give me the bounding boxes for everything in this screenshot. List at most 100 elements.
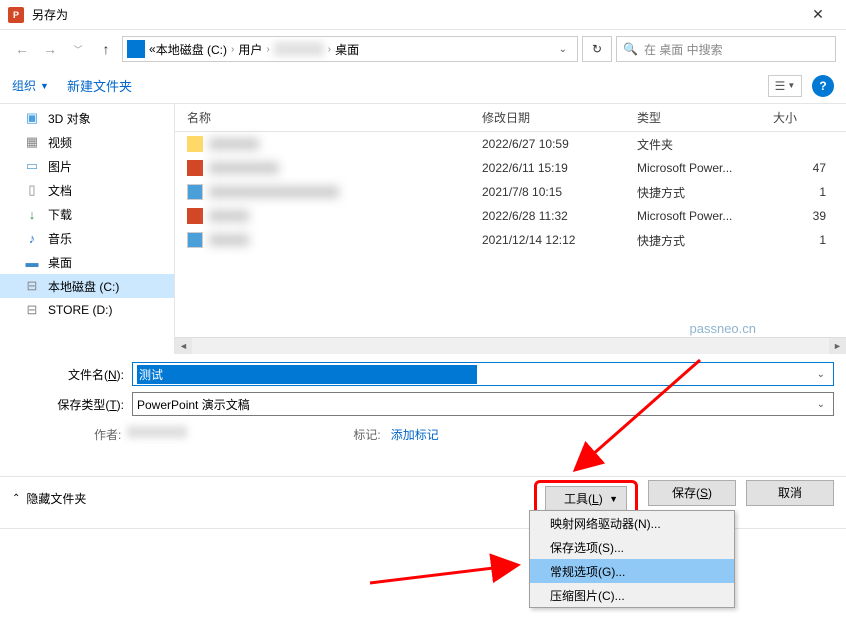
filetype-value: PowerPoint 演示文稿 xyxy=(137,396,813,413)
breadcrumb-item[interactable]: 桌面 xyxy=(335,41,359,58)
new-folder-button[interactable]: 新建文件夹 xyxy=(67,76,132,95)
sidebar-item-pictures[interactable]: ▭图片 xyxy=(0,154,174,178)
file-type: Microsoft Power... xyxy=(637,161,773,175)
sidebar-item-desktop[interactable]: ▬桌面 xyxy=(0,250,174,274)
column-date[interactable]: 修改日期 xyxy=(482,109,637,126)
view-mode-button[interactable]: ☰ ▼ xyxy=(768,75,802,97)
file-list[interactable]: 2022/6/27 10:59 文件夹 2022/6/11 15:19 Micr… xyxy=(175,132,846,337)
tools-button[interactable]: 工具(L) ▼ xyxy=(545,486,627,512)
file-size: 39 xyxy=(773,209,846,223)
watermark: passneo.cn xyxy=(690,321,757,336)
sidebar-item-documents[interactable]: ▯文档 xyxy=(0,178,174,202)
help-button[interactable]: ? xyxy=(812,75,834,97)
breadcrumb-dropdown[interactable]: ⌄ xyxy=(553,44,573,55)
menu-item-general-options[interactable]: 常规选项(G)... xyxy=(530,559,734,583)
horizontal-scrollbar[interactable]: ◄ ► xyxy=(175,337,846,354)
drive-icon: ⊟ xyxy=(24,302,40,318)
desktop-icon: ▬ xyxy=(24,254,40,270)
sidebar-item-music[interactable]: ♪音乐 xyxy=(0,226,174,250)
ppt-icon xyxy=(187,160,203,176)
search-input[interactable]: 🔍 在 桌面 中搜索 xyxy=(616,36,836,62)
file-row[interactable]: 2022/6/27 10:59 文件夹 xyxy=(175,132,846,156)
sidebar-item-downloads[interactable]: ↓下载 xyxy=(0,202,174,226)
filename-label: 文件名(N): xyxy=(12,366,132,383)
recent-dropdown[interactable]: ﹀ xyxy=(66,37,90,61)
downloads-icon: ↓ xyxy=(24,206,40,222)
menu-item-save-options[interactable]: 保存选项(S)... xyxy=(530,535,734,559)
author-label: 作者: xyxy=(94,426,121,443)
close-button[interactable]: ✕ xyxy=(798,3,838,27)
scroll-track[interactable] xyxy=(192,338,829,354)
dropdown-icon[interactable]: ⌄ xyxy=(813,399,829,410)
breadcrumb-item[interactable]: 本地磁盘 (C:) xyxy=(156,41,227,58)
sidebar: ▣3D 对象 ▦视频 ▭图片 ▯文档 ↓下载 ♪音乐 ▬桌面 ⊟本地磁盘 (C:… xyxy=(0,104,175,354)
menu-item-map-network-drive[interactable]: 映射网络驱动器(N)... xyxy=(530,511,734,535)
file-type: Microsoft Power... xyxy=(637,209,773,223)
author-value-redacted[interactable] xyxy=(127,426,187,438)
sidebar-item-3d-objects[interactable]: ▣3D 对象 xyxy=(0,106,174,130)
videos-icon: ▦ xyxy=(24,134,40,150)
file-size: 1 xyxy=(773,185,846,199)
main-area: ▣3D 对象 ▦视频 ▭图片 ▯文档 ↓下载 ♪音乐 ▬桌面 ⊟本地磁盘 (C:… xyxy=(0,104,846,354)
file-name-redacted xyxy=(209,234,249,246)
filetype-label: 保存类型(T): xyxy=(12,396,132,413)
folder-icon xyxy=(187,136,203,152)
title-bar: P 另存为 ✕ xyxy=(0,0,846,30)
navigation-bar: ← → ﹀ ↑ « 本地磁盘 (C:) › 用户 › › 桌面 ⌄ ↻ 🔍 在 … xyxy=(0,30,846,68)
documents-icon: ▯ xyxy=(24,182,40,198)
chevron-icon: ⌃ xyxy=(12,493,20,504)
hide-folders-toggle[interactable]: ⌃ 隐藏文件夹 xyxy=(12,490,86,507)
toolbar: 组织▼ 新建文件夹 ☰ ▼ ? xyxy=(0,68,846,104)
file-date: 2022/6/11 15:19 xyxy=(482,161,637,175)
refresh-button[interactable]: ↻ xyxy=(582,36,612,62)
sidebar-item-videos[interactable]: ▦视频 xyxy=(0,130,174,154)
breadcrumb-item-redacted[interactable] xyxy=(274,42,324,56)
file-size: 47 xyxy=(773,161,846,175)
save-form: 文件名(N): 测试 ⌄ 保存类型(T): PowerPoint 演示文稿 ⌄ … xyxy=(0,354,846,451)
3d-objects-icon: ▣ xyxy=(24,110,40,126)
cancel-button[interactable]: 取消 xyxy=(746,480,834,506)
shortcut-icon xyxy=(187,184,203,200)
file-date: 2022/6/28 11:32 xyxy=(482,209,637,223)
back-button[interactable]: ← xyxy=(10,37,34,61)
tag-label: 标记: xyxy=(353,426,380,443)
column-name[interactable]: 名称 xyxy=(187,109,482,126)
drive-icon: ⊟ xyxy=(24,278,40,294)
filetype-select[interactable]: PowerPoint 演示文稿 ⌄ xyxy=(132,392,834,416)
filename-input[interactable]: 测试 ⌄ xyxy=(132,362,834,386)
file-date: 2022/6/27 10:59 xyxy=(482,137,637,151)
add-tag-link[interactable]: 添加标记 xyxy=(391,426,439,443)
shortcut-icon xyxy=(187,232,203,248)
file-date: 2021/12/14 12:12 xyxy=(482,233,637,247)
file-date: 2021/7/8 10:15 xyxy=(482,185,637,199)
dropdown-icon: ▼ xyxy=(609,494,618,504)
column-type[interactable]: 类型 xyxy=(637,109,773,126)
scroll-left-button[interactable]: ◄ xyxy=(175,338,192,354)
organize-menu[interactable]: 组织▼ xyxy=(12,77,49,94)
scroll-right-button[interactable]: ► xyxy=(829,338,846,354)
breadcrumb-separator: › xyxy=(328,44,331,55)
file-name-redacted xyxy=(209,162,279,174)
sidebar-item-d-drive[interactable]: ⊟STORE (D:) xyxy=(0,298,174,322)
file-row[interactable]: 2022/6/28 11:32 Microsoft Power... 39 xyxy=(175,204,846,228)
menu-item-compress-pictures[interactable]: 压缩图片(C)... xyxy=(530,583,734,607)
file-size: 1 xyxy=(773,233,846,247)
save-button[interactable]: 保存(S) xyxy=(648,480,736,506)
window-title: 另存为 xyxy=(32,6,798,23)
file-row[interactable]: 2021/7/8 10:15 快捷方式 1 xyxy=(175,180,846,204)
up-button[interactable]: ↑ xyxy=(94,37,118,61)
sidebar-item-c-drive[interactable]: ⊟本地磁盘 (C:) xyxy=(0,274,174,298)
file-name-redacted xyxy=(209,210,249,222)
filename-value: 测试 xyxy=(137,365,477,384)
file-type: 快捷方式 xyxy=(637,184,773,201)
breadcrumb-item[interactable]: 用户 xyxy=(238,41,262,58)
forward-button[interactable]: → xyxy=(38,37,62,61)
dropdown-icon[interactable]: ⌄ xyxy=(813,369,829,380)
column-size[interactable]: 大小 xyxy=(773,109,846,126)
file-row[interactable]: 2021/12/14 12:12 快捷方式 1 xyxy=(175,228,846,252)
breadcrumb-separator: › xyxy=(231,44,234,55)
music-icon: ♪ xyxy=(24,230,40,246)
address-bar[interactable]: « 本地磁盘 (C:) › 用户 › › 桌面 ⌄ xyxy=(122,36,578,62)
file-row[interactable]: 2022/6/11 15:19 Microsoft Power... 47 xyxy=(175,156,846,180)
breadcrumb-separator: › xyxy=(266,44,269,55)
